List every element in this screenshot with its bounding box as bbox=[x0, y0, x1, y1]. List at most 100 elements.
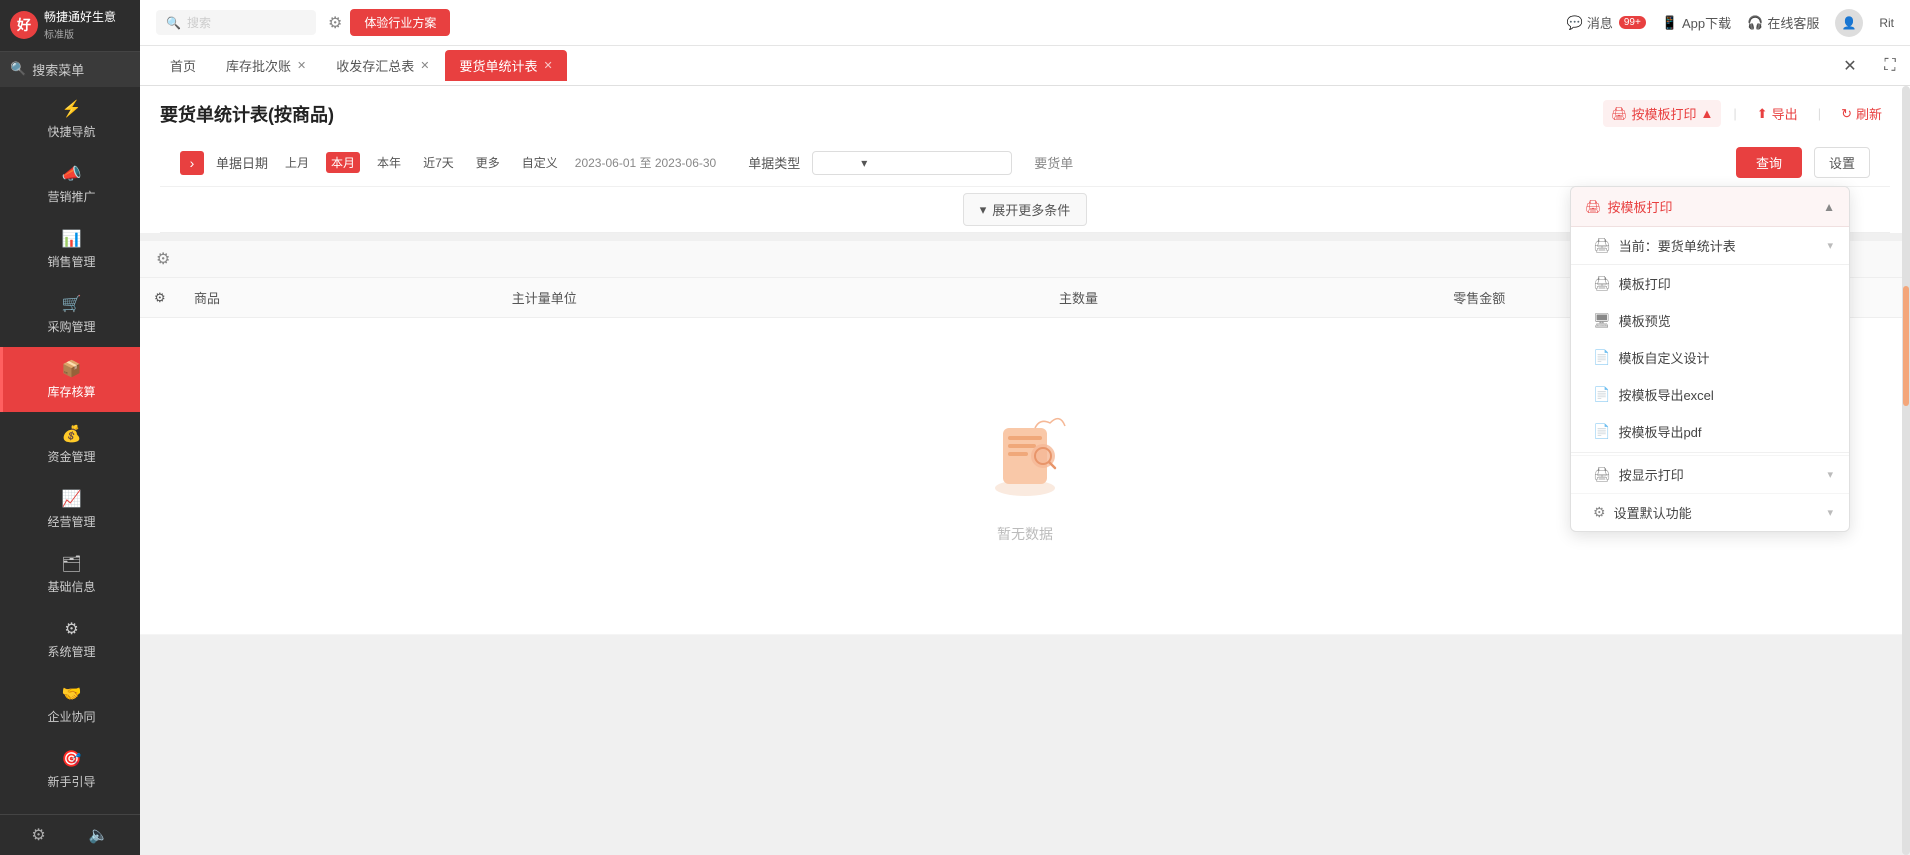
sidebar-item-shortcut[interactable]: ⚡ 快捷导航 bbox=[0, 87, 140, 152]
date-range-display: 2023-06-01 至 2023-06-30 bbox=[575, 154, 716, 171]
sidebar-nav: ⚡ 快捷导航 📣 营销推广 📊 销售管理 🛒 采购管理 📦 库存核算 💰 资金管… bbox=[0, 87, 140, 814]
date-btn-last-month[interactable]: 上月 bbox=[280, 152, 314, 173]
inventory-icon: 📦 bbox=[62, 359, 82, 379]
date-btn-this-month[interactable]: 本月 bbox=[326, 152, 360, 173]
close-btn[interactable]: ✕ bbox=[1830, 46, 1870, 86]
settings-icon[interactable]: ⚙ bbox=[328, 13, 342, 33]
sidebar-item-purchase[interactable]: 🛒 采购管理 bbox=[0, 282, 140, 347]
sidebar-item-label: 资金管理 bbox=[47, 448, 95, 465]
dropdown-item-template-preview[interactable]: 🖥 模板预览 bbox=[1571, 302, 1849, 339]
sound-footer-btn[interactable]: 🔈 bbox=[89, 825, 109, 845]
dropdown-close-chevron[interactable]: ▲ bbox=[1823, 200, 1835, 214]
order-type-label: 单据类型 bbox=[748, 153, 800, 172]
export-btn[interactable]: ⬆ 导出 bbox=[1749, 100, 1806, 127]
sidebar-item-label: 企业协同 bbox=[47, 708, 95, 725]
tab-label: 要货单统计表 bbox=[459, 56, 537, 75]
tab-label: 收发存汇总表 bbox=[336, 56, 414, 75]
dropdown-current-item[interactable]: 🖨 当前：要货单统计表 ▾ bbox=[1571, 227, 1849, 265]
sidebar-item-label: 营销推广 bbox=[47, 188, 95, 205]
date-btn-more[interactable]: 更多 bbox=[471, 152, 505, 173]
col-settings[interactable]: ⚙ bbox=[140, 278, 180, 318]
template-preview-icon: 🖥 bbox=[1593, 312, 1611, 329]
empty-text: 暂无数据 bbox=[997, 524, 1053, 544]
sidebar-search[interactable]: 🔍 搜索菜单 bbox=[0, 52, 140, 87]
filter-row: › 单据日期 上月 本月 本年 近7天 更多 自定义 2023-06-01 至 … bbox=[160, 139, 1890, 186]
template-print-icon: 🖨 bbox=[1593, 275, 1611, 292]
maximize-btn[interactable]: ⛶ bbox=[1870, 46, 1910, 86]
trial-btn[interactable]: 体验行业方案 bbox=[350, 9, 450, 36]
tab-home[interactable]: 首页 bbox=[156, 50, 210, 81]
service-icon: 🎧 bbox=[1747, 15, 1763, 31]
dropdown-item-template-pdf[interactable]: 📄 按模板导出pdf bbox=[1571, 413, 1849, 450]
messages-btn[interactable]: 💬 消息 99+ bbox=[1567, 13, 1646, 32]
sidebar-item-guide[interactable]: 🎯 新手引导 bbox=[0, 737, 140, 802]
dropdown-header[interactable]: 🖨 按模板打印 ▲ bbox=[1571, 187, 1849, 227]
template-custom-icon: 📄 bbox=[1593, 349, 1610, 366]
avatar[interactable]: 👤 bbox=[1835, 9, 1863, 37]
sidebar-item-system[interactable]: ⚙ 系统管理 bbox=[0, 607, 140, 672]
current-chevron-icon: ▾ bbox=[1827, 239, 1833, 252]
shortcut-icon: ⚡ bbox=[62, 99, 82, 119]
guide-icon: 🎯 bbox=[62, 749, 82, 769]
dropdown-item-template-excel[interactable]: 📄 按模板导出excel bbox=[1571, 376, 1849, 413]
dropdown-item-template-custom[interactable]: 📄 模板自定义设计 bbox=[1571, 339, 1849, 376]
sidebar-item-finance[interactable]: 💰 资金管理 bbox=[0, 412, 140, 477]
print-template-btn[interactable]: 🖨 按模板打印 ▲ bbox=[1603, 100, 1721, 127]
sidebar-item-label: 经营管理 bbox=[47, 513, 95, 530]
sidebar-item-inventory[interactable]: 📦 库存核算 bbox=[0, 347, 140, 412]
dropdown-header-label: 按模板打印 bbox=[1608, 197, 1673, 216]
topbar-search-icon: 🔍 bbox=[166, 16, 181, 30]
dropdown-item-label: 模板预览 bbox=[1619, 311, 1671, 330]
sales-icon: 📊 bbox=[62, 229, 82, 249]
tab-label: 库存批次账 bbox=[226, 56, 291, 75]
app-name: 畅捷通好生意 bbox=[44, 10, 116, 26]
app-logo: 好 畅捷通好生意 标准版 bbox=[0, 0, 140, 52]
dropdown-divider bbox=[1571, 452, 1849, 453]
sidebar-item-marketing[interactable]: 📣 营销推广 bbox=[0, 152, 140, 217]
dropdown-sub-display-print[interactable]: 🖨 按显示打印 ▾ bbox=[1571, 455, 1849, 493]
sidebar-item-basic[interactable]: 🗂 基础信息 bbox=[0, 542, 140, 607]
expand-more-btn[interactable]: ▾ 展开更多条件 bbox=[963, 193, 1088, 226]
topbar-search-box[interactable]: 🔍 搜索 bbox=[156, 10, 316, 35]
sidebar: 好 畅捷通好生意 标准版 🔍 搜索菜单 ⚡ 快捷导航 📣 营销推广 📊 销售管理… bbox=[0, 0, 140, 855]
sidebar-item-collab[interactable]: 🤝 企业协同 bbox=[0, 672, 140, 737]
dropdown-sub-default-settings[interactable]: ⚙ 设置默认功能 ▾ bbox=[1571, 493, 1849, 531]
app-download-btn[interactable]: 📱 App下载 bbox=[1662, 13, 1731, 32]
template-pdf-icon: 📄 bbox=[1593, 423, 1610, 440]
order-type-select[interactable]: ▾ bbox=[812, 151, 1012, 175]
tab-receipt-summary[interactable]: 收发存汇总表 ✕ bbox=[322, 50, 443, 81]
query-btn[interactable]: 查询 bbox=[1736, 147, 1802, 178]
table-settings-icon[interactable]: ⚙ bbox=[156, 249, 170, 269]
filter-expand-toggle[interactable]: › bbox=[180, 151, 204, 175]
sidebar-item-appstore[interactable]: 📱 应用中心 bbox=[0, 802, 140, 814]
settings-footer-btn[interactable]: ⚙ bbox=[31, 825, 45, 845]
sidebar-item-sales[interactable]: 📊 销售管理 bbox=[0, 217, 140, 282]
tab-inventory-batch[interactable]: 库存批次账 ✕ bbox=[212, 50, 320, 81]
avatar-placeholder: 👤 bbox=[1842, 16, 1857, 30]
sidebar-item-label: 销售管理 bbox=[47, 253, 95, 270]
goods-tag-label: 要货单 bbox=[1034, 153, 1073, 172]
right-scrollbar[interactable] bbox=[1902, 86, 1910, 855]
tab-close-receipt-summary[interactable]: ✕ bbox=[420, 59, 429, 72]
user-name[interactable]: Rit bbox=[1879, 16, 1894, 30]
sidebar-item-label: 新手引导 bbox=[47, 773, 95, 790]
download-icon: 📱 bbox=[1662, 15, 1678, 31]
marketing-icon: 📣 bbox=[62, 164, 82, 184]
sidebar-item-label: 库存核算 bbox=[47, 383, 95, 400]
dropdown-printer-icon: 🖨 bbox=[1585, 199, 1602, 215]
sidebar-item-operation[interactable]: 📈 经营管理 bbox=[0, 477, 140, 542]
filter-settings-btn[interactable]: 设置 bbox=[1814, 147, 1870, 178]
dropdown-item-template-print[interactable]: 🖨 模板打印 bbox=[1571, 265, 1849, 302]
sidebar-search-label: 搜索菜单 bbox=[32, 60, 84, 79]
dropdown-item-label: 模板自定义设计 bbox=[1618, 348, 1709, 367]
date-btn-this-year[interactable]: 本年 bbox=[372, 152, 406, 173]
online-service-btn[interactable]: 🎧 在线客服 bbox=[1747, 13, 1819, 32]
tab-close-order-stats[interactable]: ✕ bbox=[544, 59, 553, 72]
tab-order-stats[interactable]: 要货单统计表 ✕ bbox=[445, 50, 566, 81]
refresh-btn[interactable]: ↻ 刷新 bbox=[1833, 100, 1890, 127]
tabbar: 首页 库存批次账 ✕ 收发存汇总表 ✕ 要货单统计表 ✕ ✕ ⛶ bbox=[140, 46, 1910, 86]
date-btn-custom[interactable]: 自定义 bbox=[517, 152, 563, 173]
date-btn-7days[interactable]: 近7天 bbox=[418, 152, 459, 173]
basic-icon: 🗂 bbox=[61, 554, 81, 574]
tab-close-inventory-batch[interactable]: ✕ bbox=[297, 59, 306, 72]
